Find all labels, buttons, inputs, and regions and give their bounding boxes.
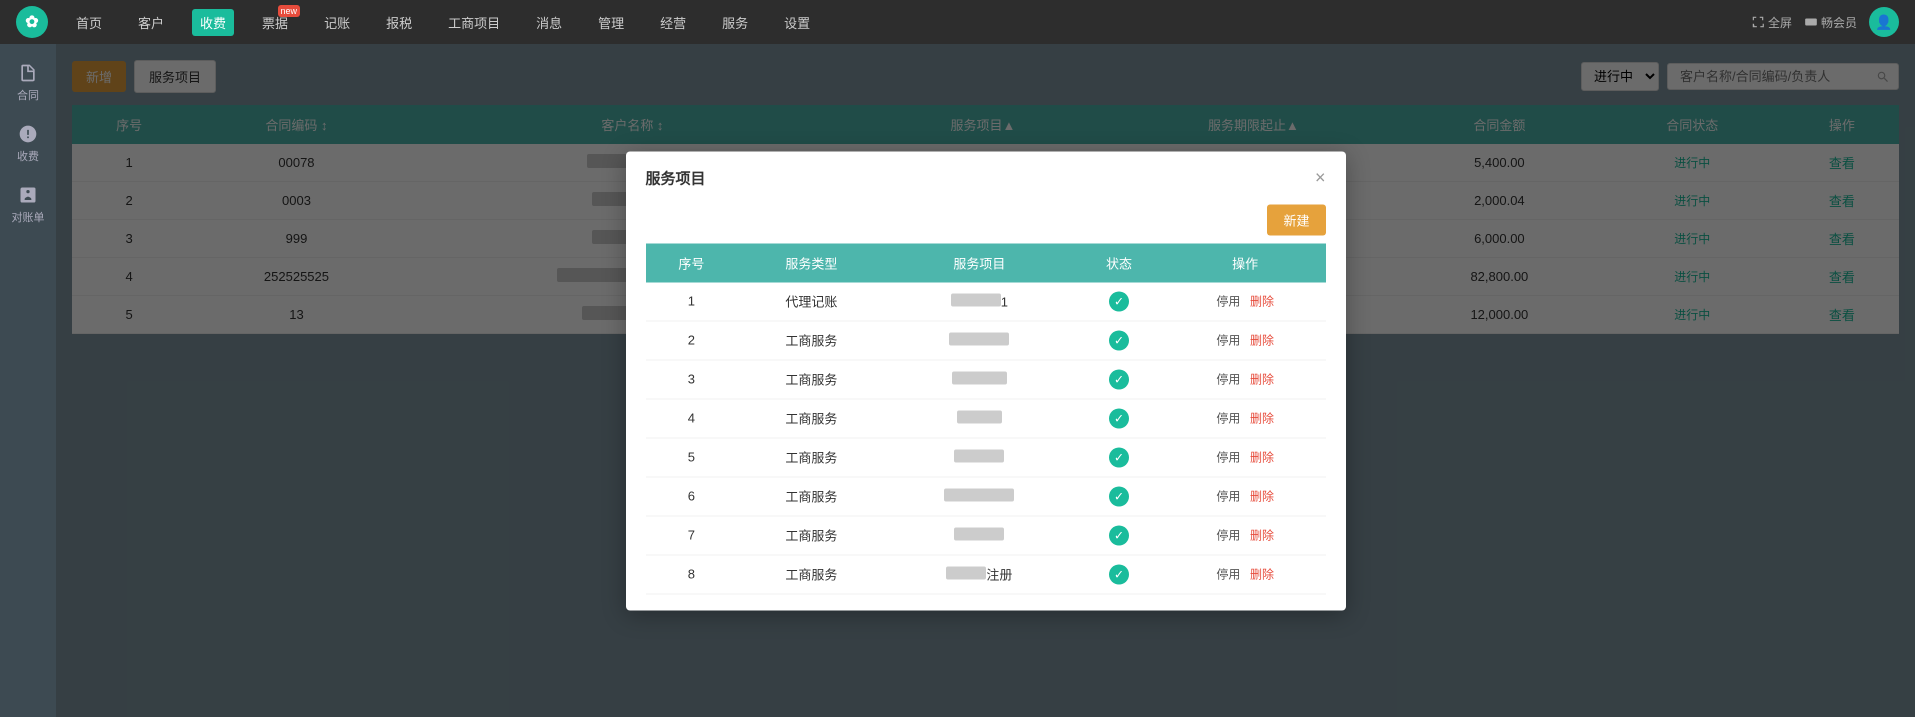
left-sidebar: 合同 收费 对账单 (0, 44, 56, 717)
nav-right: 全屏 畅会员 👤 (1751, 7, 1899, 37)
modal-col-action: 操作 (1165, 243, 1326, 282)
nav-service[interactable]: 服务 (714, 9, 756, 36)
status-ok-icon-3: ✓ (1109, 369, 1129, 389)
fee-icon (17, 123, 39, 145)
modal-title: 服务项目 (646, 167, 706, 188)
delete-btn-1[interactable]: 删除 (1250, 295, 1274, 309)
contract-icon (17, 62, 39, 84)
nav-invoice[interactable]: 票据 new (254, 9, 296, 36)
stop-btn-5[interactable]: 停用 (1216, 451, 1240, 465)
modal-close-button[interactable]: × (1315, 169, 1326, 187)
status-ok-icon-2: ✓ (1109, 330, 1129, 350)
sidebar-label-fee: 收费 (17, 148, 39, 164)
nav-items: 首页 客户 收费 票据 new 记账 报税 工商项目 消息 管理 经营 服务 设… (68, 9, 1751, 36)
modal-table-row: 7 工商服务 ✓ 停用 删除 (646, 516, 1326, 555)
stop-btn-8[interactable]: 停用 (1216, 568, 1240, 582)
status-ok-icon-4: ✓ (1109, 408, 1129, 428)
modal-table-row: 8 工商服务 注册 ✓ 停用 删除 (646, 555, 1326, 594)
sidebar-label-contract: 合同 (17, 87, 39, 103)
sidebar-item-contract[interactable]: 合同 (3, 54, 53, 111)
modal-service-table: 序号 服务类型 服务项目 状态 操作 1 代理记账 1 (646, 243, 1326, 594)
vip-btn[interactable]: 畅会员 (1804, 14, 1857, 31)
modal-scroll-area[interactable]: 序号 服务类型 服务项目 状态 操作 1 代理记账 1 (646, 243, 1326, 594)
delete-btn-8[interactable]: 删除 (1250, 568, 1274, 582)
modal-table-row: 6 工商服务 ✓ 停用 删除 (646, 477, 1326, 516)
new-badge: new (278, 5, 301, 17)
content-area: 新增 服务项目 进行中 全部 已终止 序号 (56, 44, 1915, 717)
nav-operation[interactable]: 经营 (652, 9, 694, 36)
modal-new-button[interactable]: 新建 (1267, 204, 1325, 235)
modal-header: 服务项目 × (626, 151, 1346, 196)
stop-btn-2[interactable]: 停用 (1216, 334, 1240, 348)
sidebar-item-fee[interactable]: 收费 (3, 115, 53, 172)
modal-col-seq: 序号 (646, 243, 738, 282)
user-avatar[interactable]: 👤 (1869, 7, 1899, 37)
delete-btn-2[interactable]: 删除 (1250, 334, 1274, 348)
status-ok-icon-6: ✓ (1109, 486, 1129, 506)
stop-btn-6[interactable]: 停用 (1216, 490, 1240, 504)
nav-settings[interactable]: 设置 (776, 9, 818, 36)
nav-message[interactable]: 消息 (528, 9, 570, 36)
modal-body: 序号 服务类型 服务项目 状态 操作 1 代理记账 1 (626, 243, 1346, 610)
status-ok-icon-1: ✓ (1109, 291, 1129, 311)
delete-btn-3[interactable]: 删除 (1250, 373, 1274, 387)
modal-table-row: 4 工商服务 ✓ 停用 删除 (646, 399, 1326, 438)
top-nav: ✿ 首页 客户 收费 票据 new 记账 报税 工商项目 消息 管理 经营 服务… (0, 0, 1915, 44)
stop-btn-7[interactable]: 停用 (1216, 529, 1240, 543)
modal-table-row: 1 代理记账 1 ✓ 停用 删除 (646, 282, 1326, 321)
status-ok-icon-8: ✓ (1109, 564, 1129, 584)
nav-fee[interactable]: 收费 (192, 9, 234, 36)
nav-bookkeeping[interactable]: 记账 (316, 9, 358, 36)
modal-table-row: 5 工商服务 ✓ 停用 删除 (646, 438, 1326, 477)
delete-btn-7[interactable]: 删除 (1250, 529, 1274, 543)
stop-btn-4[interactable]: 停用 (1216, 412, 1240, 426)
service-modal: 服务项目 × 新建 序号 服务类型 服务项目 状态 操作 (626, 151, 1346, 610)
nav-home[interactable]: 首页 (68, 9, 110, 36)
delete-btn-4[interactable]: 删除 (1250, 412, 1274, 426)
sidebar-item-statement[interactable]: 对账单 (3, 176, 53, 233)
delete-btn-5[interactable]: 删除 (1250, 451, 1274, 465)
modal-toolbar: 新建 (626, 196, 1346, 243)
fullscreen-btn[interactable]: 全屏 (1751, 14, 1792, 31)
nav-customer[interactable]: 客户 (130, 9, 172, 36)
logo-icon: ✿ (16, 6, 48, 38)
main-layout: 合同 收费 对账单 新增 服务项目 进行中 全部 (0, 44, 1915, 717)
modal-table-row: 3 工商服务 ✓ 停用 删除 (646, 360, 1326, 399)
sidebar-label-statement: 对账单 (12, 209, 45, 225)
stop-btn-1[interactable]: 停用 (1216, 295, 1240, 309)
nav-tax[interactable]: 报税 (378, 9, 420, 36)
modal-table-row: 2 工商服务 ✓ 停用 删除 (646, 321, 1326, 360)
modal-col-status: 状态 (1073, 243, 1165, 282)
modal-col-type: 服务类型 (737, 243, 885, 282)
stop-btn-3[interactable]: 停用 (1216, 373, 1240, 387)
nav-industrial[interactable]: 工商项目 (440, 9, 508, 36)
status-ok-icon-5: ✓ (1109, 447, 1129, 467)
status-ok-icon-7: ✓ (1109, 525, 1129, 545)
delete-btn-6[interactable]: 删除 (1250, 490, 1274, 504)
nav-management[interactable]: 管理 (590, 9, 632, 36)
statement-icon (17, 184, 39, 206)
modal-col-item: 服务项目 (886, 243, 1074, 282)
